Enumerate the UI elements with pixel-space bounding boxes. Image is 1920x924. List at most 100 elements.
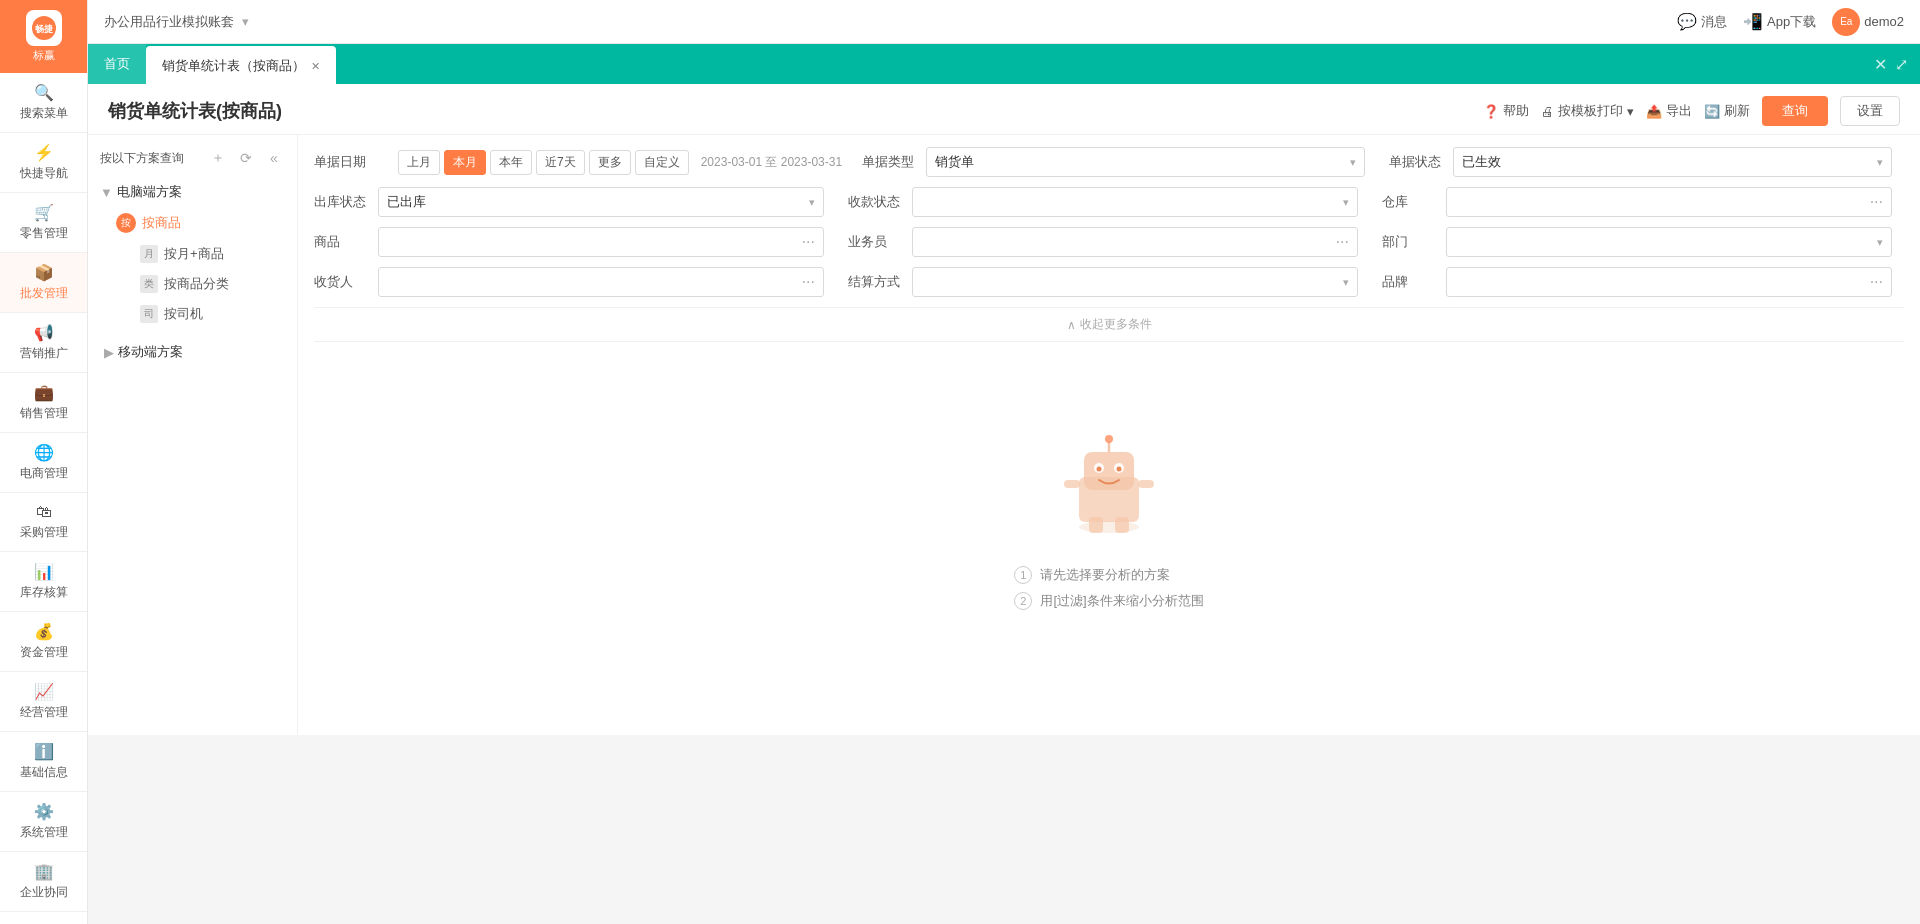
collapse-panel-btn[interactable]: « [263,147,285,169]
tree-desktop-header[interactable]: ▼ 电脑端方案 [88,177,297,207]
industry-dropdown-icon[interactable]: ▾ [242,14,249,29]
brand-select[interactable]: ··· [1446,267,1892,297]
doctype-select[interactable]: 销货单 ▾ [926,147,1365,177]
retail-icon: 🛒 [34,203,54,222]
tab-report[interactable]: 销货单统计表（按商品） ✕ [146,46,336,86]
purchase-icon: 🛍 [36,503,52,521]
svg-text:畅捷: 畅捷 [35,24,54,34]
tip-num-2: 2 [1014,592,1032,610]
sidebar-item-basic[interactable]: ℹ️ 基础信息 [0,732,87,792]
sidebar-item-enterprise[interactable]: 🏢 企业协同 [0,852,87,912]
top-bar: 办公用品行业模拟账套 ▾ 💬 消息 📲 App下载 Ea demo2 [88,0,1920,44]
sidebar-item-marketing[interactable]: 📢 营销推广 [0,313,87,373]
date-btn-last-month[interactable]: 上月 [398,150,440,175]
finance-icon: 💰 [34,622,54,641]
tree-desktop-section: ▼ 电脑端方案 按 按商品 月 按月+商品 类 [88,173,297,333]
enterprise-icon: 🏢 [34,862,54,881]
sidebar-item-finance[interactable]: 💰 资金管理 [0,612,87,672]
sub-icon-month: 月 [140,245,158,263]
main-wrapper: 办公用品行业模拟账套 ▾ 💬 消息 📲 App下载 Ea demo2 首页 [88,0,1920,924]
top-bar-left: 办公用品行业模拟账套 ▾ [104,13,249,31]
tab-bar-actions: ✕ ⤢ [1874,55,1920,74]
tab-minimize-icon[interactable]: ✕ [1874,55,1887,74]
svg-point-7 [1097,467,1102,472]
department-label: 部门 [1382,233,1442,251]
tree-item-by-product[interactable]: 按 按商品 [88,207,297,239]
sidebar-item-label: 资金管理 [20,644,68,661]
sidebar-item-inventory[interactable]: 📊 库存核算 [0,552,87,612]
sidebar-item-retail[interactable]: 🛒 零售管理 [0,193,87,253]
brand-dots-icon[interactable]: ··· [1870,273,1883,291]
date-range-text: 2023-03-01 至 2023-03-31 [701,154,842,171]
filter-row-1: 单据日期 上月 本月 本年 近7天 更多 自定义 2023-03-01 至 20… [314,147,1904,177]
docstatus-select[interactable]: 已生效 ▾ [1453,147,1892,177]
tree-mobile-header[interactable]: ▶ 移动端方案 [88,337,297,367]
filter-row-2: 出库状态 已出库 ▾ 收款状态 ▾ [314,187,1904,217]
filter-cell-department: 部门 ▾ [1382,227,1892,257]
product-dots-icon[interactable]: ··· [802,233,815,251]
tab-bar: 首页 销货单统计表（按商品） ✕ ✕ ⤢ [88,44,1920,84]
collapse-bar[interactable]: ∧ 收起更多条件 [314,307,1904,341]
product-select[interactable]: ··· [378,227,824,257]
svg-point-8 [1117,467,1122,472]
sidebar-item-label: 电商管理 [20,465,68,482]
sidebar-item-ecommerce[interactable]: 🌐 电商管理 [0,433,87,493]
tree-item-by-month-product[interactable]: 月 按月+商品 [88,239,297,269]
sidebar-item-search-menu[interactable]: 🔍 搜索菜单 [0,73,87,133]
sidebar-item-sales[interactable]: 💼 销售管理 [0,373,87,433]
add-scheme-btn[interactable]: ＋ [207,147,229,169]
payment-select[interactable]: ▾ [912,187,1358,217]
sidebar-item-label: 批发管理 [20,285,68,302]
top-bar-right: 💬 消息 📲 App下载 Ea demo2 [1677,8,1904,36]
tab-home[interactable]: 首页 [88,44,146,84]
export-btn[interactable]: 📤 导出 [1646,102,1692,120]
sidebar-item-label: 零售管理 [20,225,68,242]
warehouse-select[interactable]: ··· [1446,187,1892,217]
date-btn-more[interactable]: 更多 [589,150,631,175]
svg-point-10 [1105,435,1113,443]
sidebar-item-wholesale[interactable]: 📦 批发管理 [0,253,87,313]
recipient-select[interactable]: ··· [378,267,824,297]
settlement-select[interactable]: ▾ [912,267,1358,297]
industry-label: 办公用品行业模拟账套 [104,13,234,31]
tab-maximize-icon[interactable]: ⤢ [1895,55,1908,74]
refresh-btn[interactable]: 🔄 刷新 [1704,102,1750,120]
filter-date-group: 上月 本月 本年 近7天 更多 自定义 2023-03-01 至 2023-03… [398,150,842,175]
help-btn[interactable]: ❓ 帮助 [1483,102,1529,120]
date-btn-this-year[interactable]: 本年 [490,150,532,175]
sidebar-item-operations[interactable]: 📈 经营管理 [0,672,87,732]
tree-sub-label: 按商品分类 [164,275,229,293]
department-select[interactable]: ▾ [1446,227,1892,257]
svg-rect-12 [1138,480,1154,488]
user-profile[interactable]: Ea demo2 [1832,8,1904,36]
warehouse-dots-icon[interactable]: ··· [1870,193,1883,211]
collapse-label: 收起更多条件 [1080,316,1152,333]
app-download-btn[interactable]: 📲 App下载 [1743,12,1816,31]
sidebar-item-quick-nav[interactable]: ⚡ 快捷导航 [0,133,87,193]
tree-item-by-machine[interactable]: 司 按司机 [88,299,297,329]
docstatus-arrow-icon: ▾ [1877,156,1883,169]
operations-icon: 📈 [34,682,54,701]
filter-cell-outstatus: 出库状态 已出库 ▾ [314,187,824,217]
settings-btn[interactable]: 设置 [1840,96,1900,126]
sidebar-item-system[interactable]: ⚙️ 系统管理 [0,792,87,852]
outstatus-select[interactable]: 已出库 ▾ [378,187,824,217]
query-btn[interactable]: 查询 [1762,96,1828,126]
sidebar-item-purchase[interactable]: 🛍 采购管理 [0,493,87,552]
salesman-dots-icon[interactable]: ··· [1336,233,1349,251]
recipient-dots-icon[interactable]: ··· [802,273,815,291]
date-btn-this-month[interactable]: 本月 [444,150,486,175]
tree-item-by-product-category[interactable]: 类 按商品分类 [88,269,297,299]
salesman-select[interactable]: ··· [912,227,1358,257]
date-btn-custom[interactable]: 自定义 [635,150,689,175]
sidebar-item-label: 系统管理 [20,824,68,841]
sidebar-item-newbie[interactable]: 🎓 新手引导 [0,912,87,924]
message-btn[interactable]: 💬 消息 [1677,12,1727,31]
tab-close-icon[interactable]: ✕ [311,60,320,73]
refresh-scheme-btn[interactable]: ⟳ [235,147,257,169]
date-btn-7days[interactable]: 近7天 [536,150,585,175]
template-print-btn[interactable]: 🖨 按模板打印 ▾ [1541,102,1634,120]
page-header-actions: ❓ 帮助 🖨 按模板打印 ▾ 📤 导出 🔄 刷新 [1483,96,1900,126]
app-download-label: App下载 [1767,13,1816,31]
outstatus-arrow-icon: ▾ [809,196,815,209]
